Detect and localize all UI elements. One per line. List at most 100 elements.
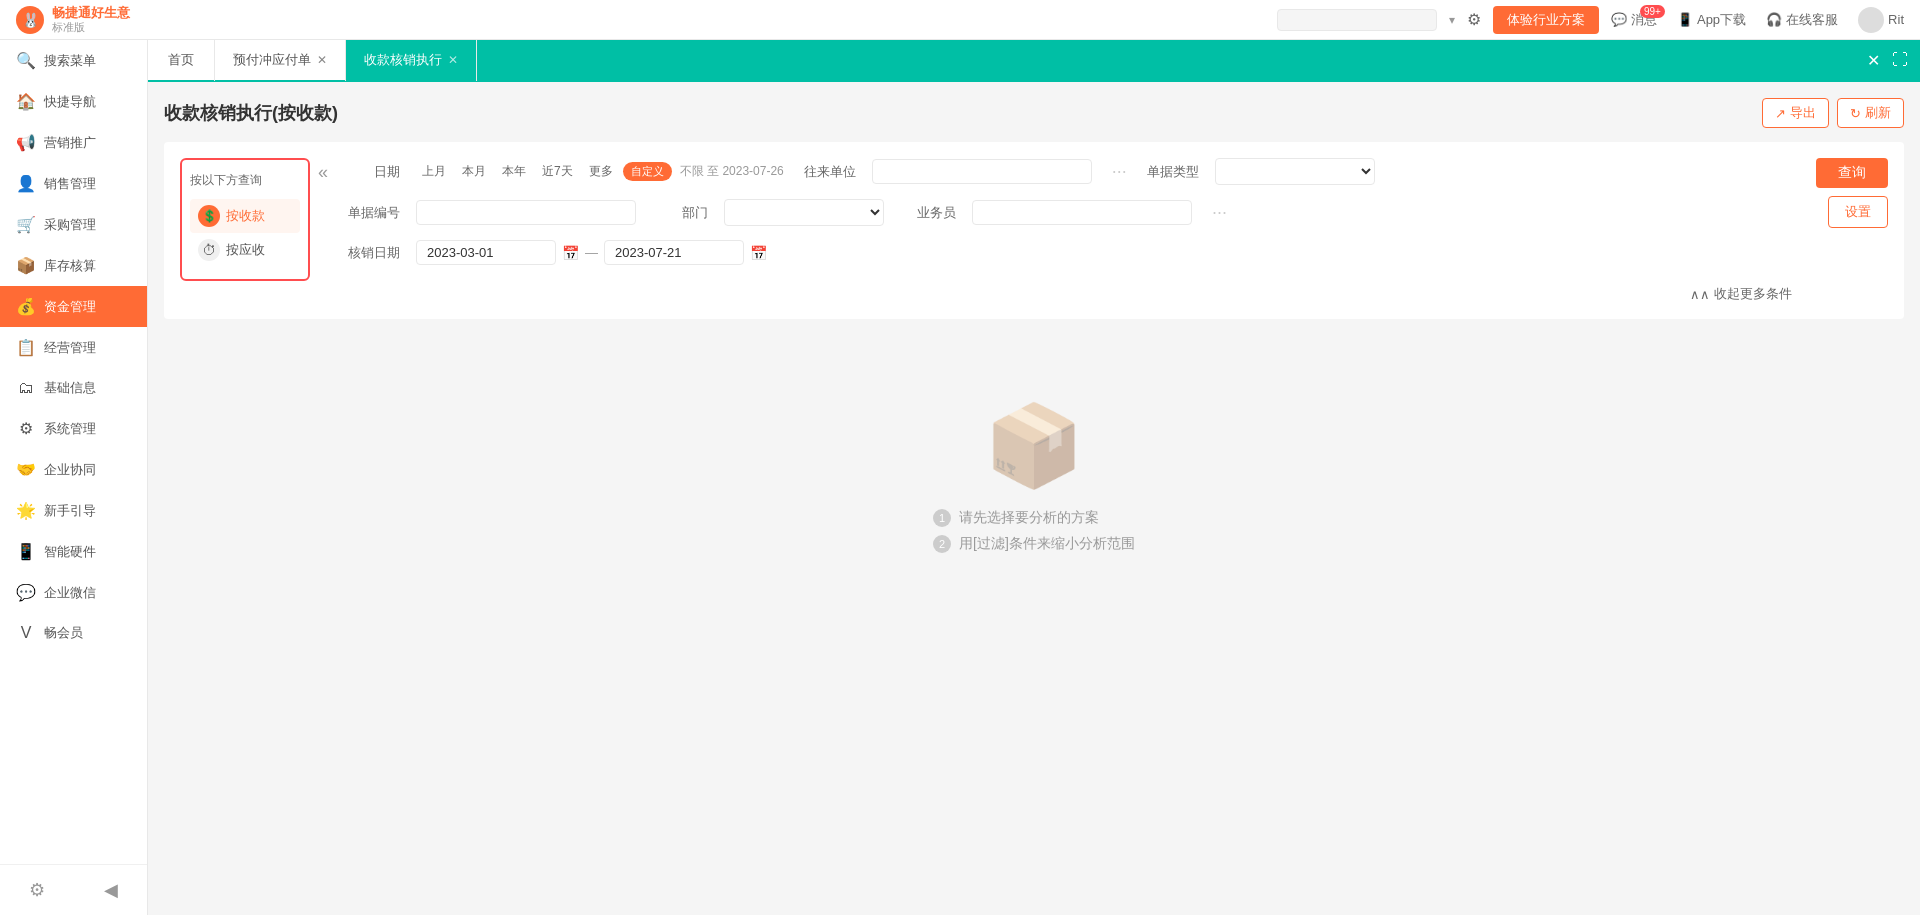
sidebar-item-vip[interactable]: V 畅会员 [0, 613, 147, 653]
enterprise-icon: 🤝 [16, 460, 36, 479]
tab-expand-btn[interactable]: ⛶ [1888, 47, 1912, 73]
date-tab-more[interactable]: 更多 [583, 161, 619, 182]
employee-input[interactable] [972, 200, 1192, 225]
sidebar-collapse-btn[interactable]: ◀ [98, 873, 124, 907]
sidebar-settings-btn[interactable]: ⚙ [23, 873, 51, 907]
sidebar-label-wechat: 企业微信 [44, 584, 96, 602]
sidebar-item-wechat[interactable]: 💬 企业微信 [0, 572, 147, 613]
online-service-label: 在线客服 [1786, 11, 1838, 29]
search-input[interactable] [1277, 9, 1437, 31]
doc-type-select[interactable] [1215, 158, 1375, 185]
avatar [1858, 7, 1884, 33]
partner-dots[interactable]: ··· [1112, 161, 1127, 182]
export-label: 导出 [1790, 104, 1816, 122]
tab-collection-verify[interactable]: 收款核销执行 ✕ [346, 40, 477, 81]
tab-prepay[interactable]: 预付冲应付单 ✕ [215, 40, 346, 81]
hint-num-2: 2 [933, 535, 951, 553]
verify-start-input[interactable] [416, 240, 556, 265]
page-content: 收款核销执行(按收款) ↗ 导出 ↻ 刷新 按以下方 [148, 82, 1920, 915]
sidebar-item-operations[interactable]: 📋 经营管理 [0, 327, 147, 368]
sidebar-item-inventory[interactable]: 📦 库存核算 [0, 245, 147, 286]
date-tab-this-year[interactable]: 本年 [496, 161, 532, 182]
empty-illustration: 📦 [984, 399, 1084, 493]
vip-icon: V [16, 624, 36, 642]
purchase-icon: 🛒 [16, 215, 36, 234]
filter-collapse-icon[interactable]: « [318, 162, 328, 183]
content-area: 首页 预付冲应付单 ✕ 收款核销执行 ✕ ✕ ⛶ 收款核销执行(按收款) [148, 40, 1920, 915]
hardware-icon: 📱 [16, 542, 36, 561]
filter-panel-title: 按以下方查询 [190, 172, 300, 189]
query-button[interactable]: 查询 [1816, 158, 1888, 188]
tab-home[interactable]: 首页 [148, 40, 215, 81]
employee-dots[interactable]: ··· [1212, 202, 1227, 223]
doc-no-input[interactable] [416, 200, 636, 225]
main-layout: 🔍 搜索菜单 🏠 快捷导航 📢 营销推广 👤 销售管理 🛒 采购管理 📦 库存核… [0, 40, 1920, 915]
dept-select[interactable] [724, 199, 884, 226]
sidebar: 🔍 搜索菜单 🏠 快捷导航 📢 营销推广 👤 销售管理 🛒 采购管理 📦 库存核… [0, 40, 148, 915]
marketing-icon: 📢 [16, 133, 36, 152]
sidebar-item-enterprise[interactable]: 🤝 企业协同 [0, 449, 147, 490]
tab-bar: 首页 预付冲应付单 ✕ 收款核销执行 ✕ ✕ ⛶ [148, 40, 1920, 82]
tab-prepay-close[interactable]: ✕ [317, 53, 327, 67]
sidebar-label-basic-info: 基础信息 [44, 379, 96, 397]
sidebar-item-system[interactable]: ⚙ 系统管理 [0, 408, 147, 449]
logo-area: 🐰 畅捷通好生意 标准版 [16, 5, 1265, 34]
refresh-label: 刷新 [1865, 104, 1891, 122]
sidebar-item-guide[interactable]: 🌟 新手引导 [0, 490, 147, 531]
sidebar-label-inventory: 库存核算 [44, 257, 96, 275]
edition-label: 标准版 [52, 21, 130, 34]
filter-actions-row: ∧∧ 收起更多条件 [344, 285, 1792, 303]
empty-hint-1: 1 请先选择要分析的方案 [933, 509, 1135, 527]
app-download-btn[interactable]: 📱 App下载 [1677, 11, 1746, 29]
partner-input[interactable] [872, 159, 1092, 184]
refresh-button[interactable]: ↻ 刷新 [1837, 98, 1904, 128]
basic-info-icon: 🗂 [16, 379, 36, 397]
industry-btn[interactable]: 体验行业方案 [1493, 6, 1599, 34]
tab-home-label: 首页 [168, 51, 194, 69]
sidebar-item-sales[interactable]: 👤 销售管理 [0, 163, 147, 204]
dept-label: 部门 [652, 204, 708, 222]
sidebar-item-purchase[interactable]: 🛒 采购管理 [0, 204, 147, 245]
hint-text-1: 请先选择要分析的方案 [959, 509, 1099, 527]
online-service-btn[interactable]: 🎧 在线客服 [1766, 11, 1838, 29]
date-tab-7days[interactable]: 近7天 [536, 161, 579, 182]
sidebar-item-funds[interactable]: 💰 资金管理 [0, 286, 147, 327]
filter-by-collection[interactable]: 💲 按收款 [190, 199, 300, 233]
sidebar-label-marketing: 营销推广 [44, 134, 96, 152]
date-tab-last-month[interactable]: 上月 [416, 161, 452, 182]
receivable-icon: ⏱ [198, 239, 220, 261]
chevron-down-icon[interactable]: ▾ [1449, 13, 1455, 27]
tab-collection-verify-close[interactable]: ✕ [448, 53, 458, 67]
app-download-label: App下载 [1697, 11, 1746, 29]
hint-num-1: 1 [933, 509, 951, 527]
filter-panel: 按以下方查询 💲 按收款 ⏱ 按应收 « [164, 142, 1904, 319]
verify-start-calendar-icon[interactable]: 📅 [562, 245, 579, 261]
filter-row-3: 核销日期 📅 — 📅 [344, 240, 1792, 265]
app-logo: 🐰 [16, 6, 44, 34]
sidebar-item-hardware[interactable]: 📱 智能硬件 [0, 531, 147, 572]
empty-hints: 1 请先选择要分析的方案 2 用[过滤]条件来缩小分析范围 [933, 509, 1135, 553]
setting-button[interactable]: 设置 [1828, 196, 1888, 228]
empty-state: 📦 1 请先选择要分析的方案 2 用[过滤]条件来缩小分析范围 [164, 319, 1904, 633]
partner-label: 往来单位 [800, 163, 856, 181]
verify-end-calendar-icon[interactable]: 📅 [750, 245, 767, 261]
sidebar-label-operations: 经营管理 [44, 339, 96, 357]
phone-icon: 📱 [1677, 12, 1693, 27]
sidebar-item-basic-info[interactable]: 🗂 基础信息 [0, 368, 147, 408]
sidebar-item-quick-nav[interactable]: 🏠 快捷导航 [0, 81, 147, 122]
sidebar-item-marketing[interactable]: 📢 营销推广 [0, 122, 147, 163]
system-icon: ⚙ [16, 419, 36, 438]
filter-by-receivable[interactable]: ⏱ 按应收 [190, 233, 300, 267]
verify-end-input[interactable] [604, 240, 744, 265]
gear-icon[interactable]: ⚙ [1467, 10, 1481, 29]
user-area[interactable]: Rit [1858, 7, 1904, 33]
collapse-more-btn[interactable]: ∧∧ 收起更多条件 [1690, 285, 1792, 303]
sidebar-item-search-menu[interactable]: 🔍 搜索菜单 [0, 40, 147, 81]
export-button[interactable]: ↗ 导出 [1762, 98, 1829, 128]
date-tab-custom[interactable]: 自定义 [623, 162, 672, 181]
messages-btn[interactable]: 💬 消息 99+ [1611, 11, 1657, 29]
filter-fields: 日期 上月 本月 本年 近7天 更多 自定义 不限 至 2023-07-26 [344, 158, 1792, 303]
date-tab-this-month[interactable]: 本月 [456, 161, 492, 182]
message-icon: 💬 [1611, 12, 1627, 27]
tab-close-btn[interactable]: ✕ [1863, 47, 1884, 74]
